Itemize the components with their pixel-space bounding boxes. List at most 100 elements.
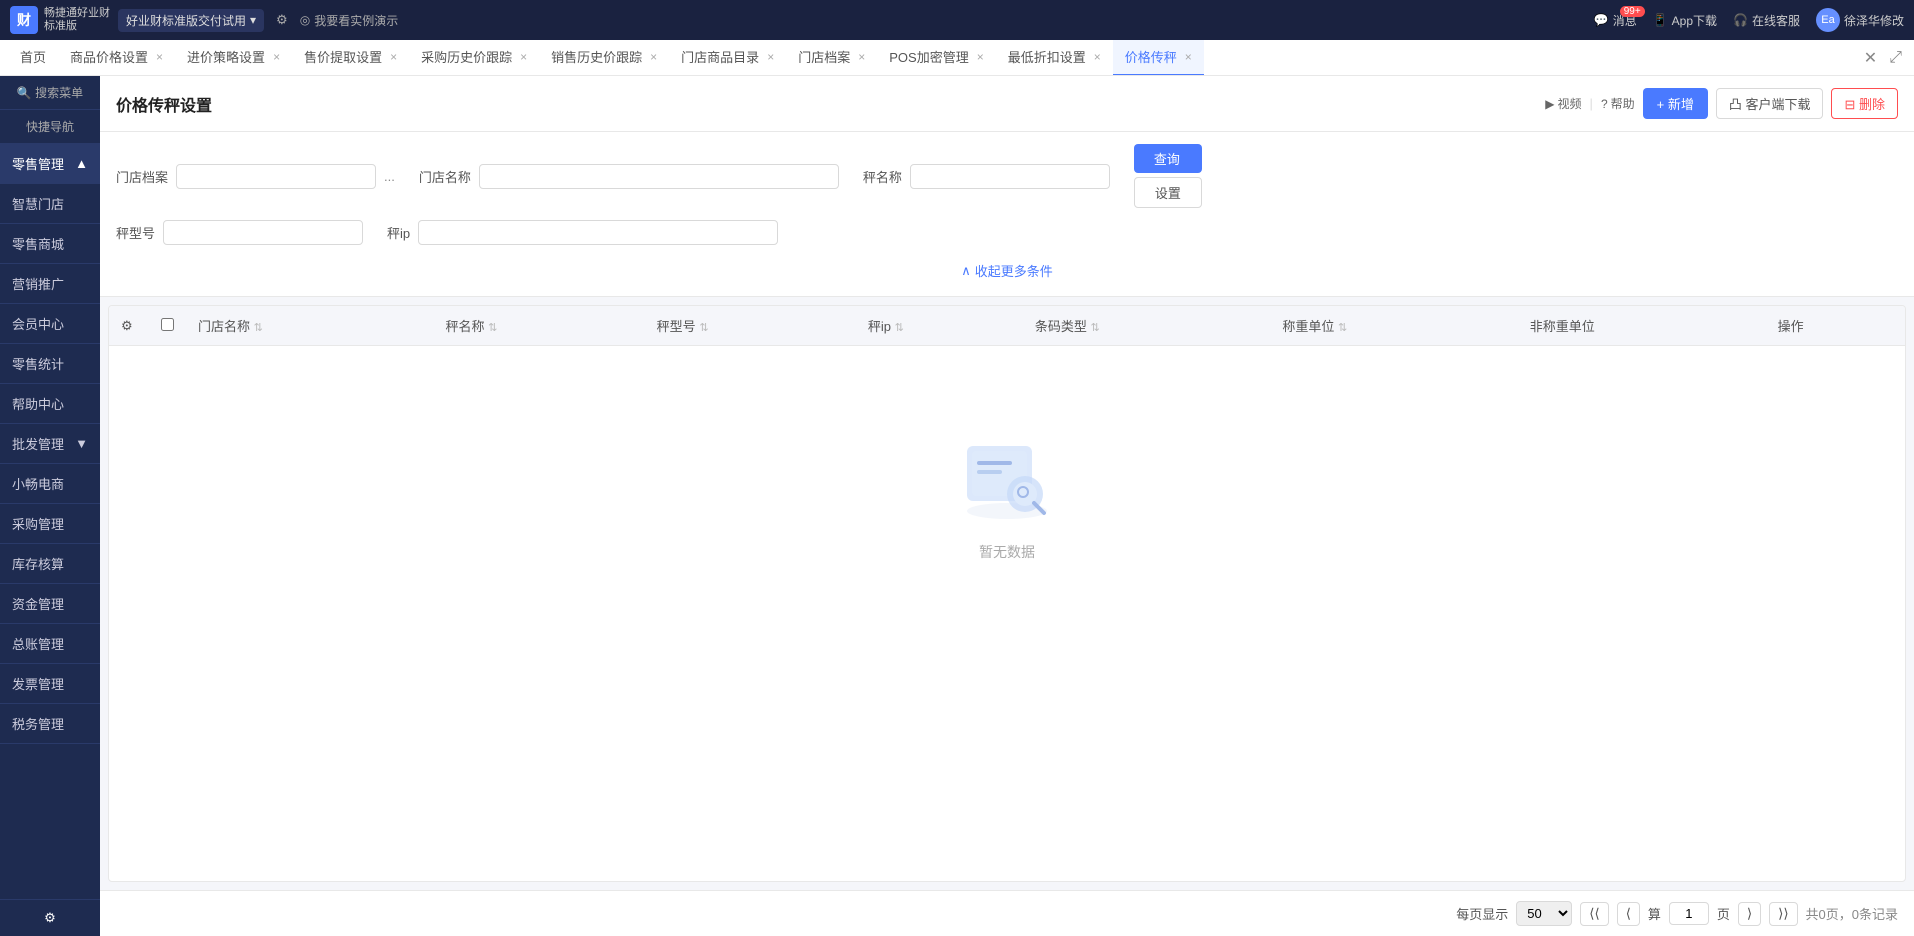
tab-maximize-button[interactable]: ⤢ [1885,45,1906,71]
tab-close-sale-history[interactable]: × [650,50,657,64]
tab-close-price-setting[interactable]: × [156,50,163,64]
th-scale-model[interactable]: 秤型号 ⇅ [645,306,856,346]
tab-home[interactable]: 首页 [8,40,58,76]
query-button[interactable]: 查询 [1134,144,1202,173]
sidebar-item-help-center[interactable]: 帮助中心 [0,384,100,424]
sort-weight-unit-icon[interactable]: ⇅ [1338,322,1347,334]
sidebar-settings[interactable]: ⚙ [0,899,100,936]
tab-close-purchase-strategy[interactable]: × [273,50,280,64]
tab-close-sale-price[interactable]: × [390,50,397,64]
online-service-button[interactable]: 🎧 在线客服 [1733,12,1800,29]
tab-min-discount[interactable]: 最低折扣设置 × [996,40,1113,76]
th-barcode-type[interactable]: 条码类型 ⇅ [1023,306,1270,346]
tab-close-price-scale[interactable]: × [1185,50,1192,64]
th-settings[interactable]: ⚙ [109,306,149,346]
sidebar-item-wholesale-mgmt[interactable]: 批发管理 ▼ [0,424,100,464]
filter-scale-model: 秤型号 [116,220,363,245]
tab-close-min-discount[interactable]: × [1094,50,1101,64]
th-weight-unit[interactable]: 称重单位 ⇅ [1270,306,1517,346]
divider: | [1590,96,1593,111]
filter-store-name: 门店名称 [419,164,839,189]
page-size-select[interactable]: 50 10 20 100 [1516,901,1572,926]
store-name-input[interactable] [479,164,839,189]
tab-sale-price[interactable]: 售价提取设置 × [292,40,409,76]
th-scale-ip[interactable]: 秤ip ⇅ [856,306,1023,346]
sidebar-item-xiaochange-ecom[interactable]: 小畅电商 [0,464,100,504]
tab-sale-history[interactable]: 销售历史价跟踪 × [539,40,669,76]
download-client-button[interactable]: 凸 客户端下载 [1716,88,1824,119]
sidebar-item-member-center[interactable]: 会员中心 [0,304,100,344]
page-number-input[interactable] [1669,902,1709,925]
select-all-checkbox[interactable] [161,318,174,331]
tab-store-catalog[interactable]: 门店商品目录 × [669,40,786,76]
sort-scale-model-icon[interactable]: ⇅ [699,322,708,334]
tab-bar: 首页 商品价格设置 × 进价策略设置 × 售价提取设置 × 采购历史价跟踪 × … [0,40,1914,76]
sidebar-quick-nav[interactable]: 快捷导航 [0,110,100,144]
tab-pos-management[interactable]: POS加密管理 × [877,40,995,76]
sort-barcode-type-icon[interactable]: ⇅ [1091,322,1100,334]
page-header: 价格传秤设置 ▶ 视频 | ? 帮助 + 新增 凸 客户端下载 ⊟ [100,76,1914,132]
store-profile-input[interactable] [176,164,376,189]
help-button[interactable]: ? 帮助 [1601,95,1635,112]
tab-purchase-strategy[interactable]: 进价策略设置 × [175,40,292,76]
scale-name-input[interactable] [910,164,1110,189]
demo-icon: ◎ [300,13,310,27]
tab-price-setting[interactable]: 商品价格设置 × [58,40,175,76]
user-menu[interactable]: Ea 徐泽华修改 [1816,8,1904,32]
sidebar-item-retail-mgmt[interactable]: 零售管理 ▲ [0,144,100,184]
sidebar-item-retail-mall[interactable]: 零售商城 [0,224,100,264]
page-label-after: 页 [1717,904,1730,923]
tab-purchase-history[interactable]: 采购历史价跟踪 × [409,40,539,76]
scale-model-input[interactable] [163,220,363,245]
tab-price-scale[interactable]: 价格传秤 × [1113,40,1204,76]
demo-link[interactable]: ◎ 我要看实例演示 [300,12,399,29]
next-page-button[interactable]: ⟩ [1738,902,1761,926]
add-button[interactable]: + 新增 [1643,88,1708,119]
pagination-bar: 每页显示 50 10 20 100 ⟨⟨ ⟨ 算 页 ⟩ ⟩⟩ 共0页，0条记录 [100,890,1914,936]
sidebar-item-smart-store[interactable]: 智慧门店 [0,184,100,224]
tab-close-store-catalog[interactable]: × [767,50,774,64]
filter-row-2: 秤型号 秤ip [116,220,1898,245]
scale-name-label: 秤名称 [863,167,902,186]
table-header-row: ⚙ 门店名称 ⇅ 秤名称 ⇅ 秤型号 [109,306,1905,346]
sort-scale-ip-icon[interactable]: ⇅ [895,322,904,334]
tab-close-pos-management[interactable]: × [977,50,984,64]
filter-row-1: 门店档案 ... 门店名称 秤名称 查询 设置 [116,144,1898,208]
sidebar-item-finance[interactable]: 资金管理 [0,584,100,624]
app-download-button[interactable]: 📱 App下载 [1653,12,1717,29]
th-store-name[interactable]: 门店名称 ⇅ [186,306,433,346]
th-scale-name[interactable]: 秤名称 ⇅ [433,306,644,346]
sort-scale-name-icon[interactable]: ⇅ [488,322,497,334]
messages-button[interactable]: 💬 消息 99+ [1594,12,1637,29]
sidebar-search[interactable]: 🔍 搜索菜单 [0,76,100,110]
version-selector[interactable]: 好业财标准版交付试用 ▾ [118,9,264,32]
chevron-down-icon: ▼ [75,436,88,451]
sidebar-item-retail-stats[interactable]: 零售统计 [0,344,100,384]
sidebar-item-general-ledger[interactable]: 总账管理 [0,624,100,664]
sidebar-item-inventory[interactable]: 库存核算 [0,544,100,584]
chevron-up-icon: ∧ [961,263,971,279]
sidebar-item-tax-mgmt[interactable]: 税务管理 [0,704,100,744]
scale-ip-input[interactable] [418,220,778,245]
app-logo: 财 畅捷通好业财 标准版 [10,6,110,34]
settings-config-button[interactable]: 设置 [1134,177,1202,208]
tab-close-all-button[interactable]: ✕ [1860,44,1881,72]
collapse-button[interactable]: ∧ 收起更多条件 [116,257,1898,284]
sidebar: 🔍 搜索菜单 快捷导航 零售管理 ▲ 智慧门店 零售商城 营销推广 会员中心 零… [0,76,100,936]
store-profile-ellipsis[interactable]: ... [384,169,395,184]
sidebar-item-purchase-mgmt[interactable]: 采购管理 [0,504,100,544]
tab-close-store-profile[interactable]: × [858,50,865,64]
tab-store-profile[interactable]: 门店档案 × [786,40,877,76]
prev-page-button[interactable]: ⟨ [1617,902,1640,926]
first-page-button[interactable]: ⟨⟨ [1580,902,1608,926]
sidebar-item-marketing[interactable]: 营销推广 [0,264,100,304]
last-page-button[interactable]: ⟩⟩ [1769,902,1797,926]
video-button[interactable]: ▶ 视频 [1545,95,1581,112]
tab-bar-actions: ✕ ⤢ [1860,44,1906,72]
tab-close-purchase-history[interactable]: × [520,50,527,64]
sort-store-name-icon[interactable]: ⇅ [254,322,263,334]
delete-button[interactable]: ⊟ 删除 [1831,88,1898,119]
scale-ip-label: 秤ip [387,223,410,242]
version-settings-icon[interactable]: ⚙ [272,8,292,32]
sidebar-item-invoice-mgmt[interactable]: 发票管理 [0,664,100,704]
